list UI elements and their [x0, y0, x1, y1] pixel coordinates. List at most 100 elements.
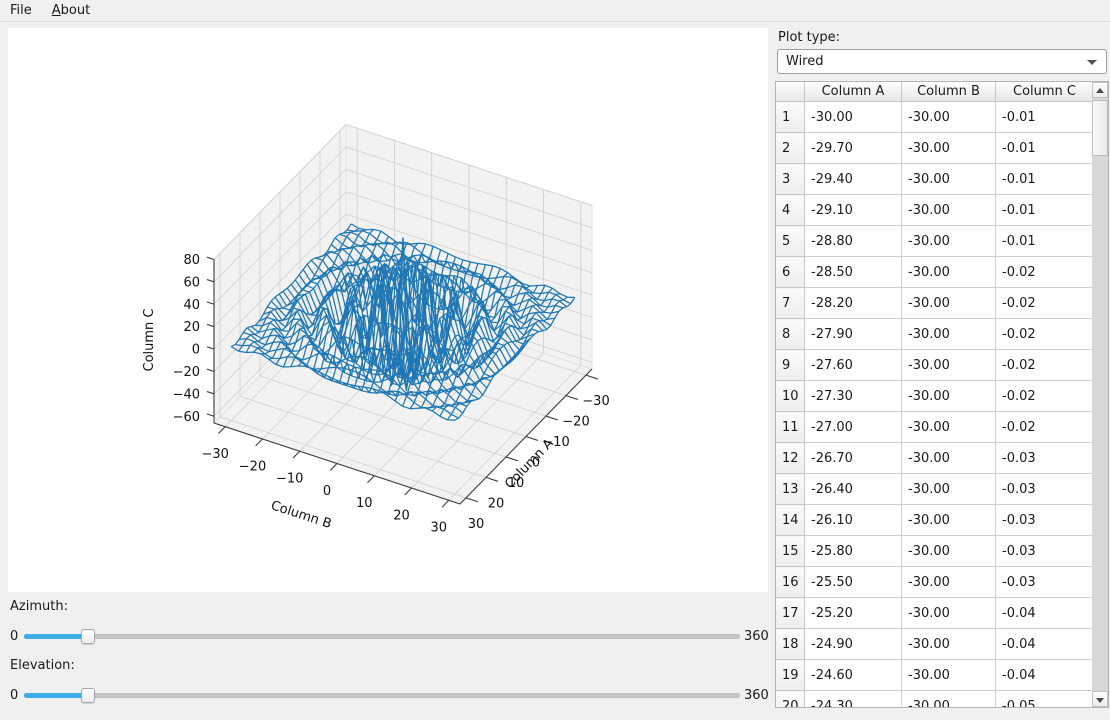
- table-cell[interactable]: -0.01: [996, 195, 1094, 226]
- table-cell[interactable]: -30.00: [902, 412, 996, 443]
- table-cell[interactable]: -30.00: [902, 660, 996, 691]
- table-cell[interactable]: -0.01: [996, 102, 1094, 133]
- table-cell[interactable]: -30.00: [902, 288, 996, 319]
- table-cell[interactable]: -25.80: [805, 536, 902, 567]
- azimuth-slider-handle[interactable]: [81, 629, 95, 644]
- table-cell[interactable]: -0.03: [996, 443, 1094, 474]
- table-cell[interactable]: -30.00: [902, 257, 996, 288]
- plot-type-dropdown[interactable]: Wired: [777, 49, 1107, 74]
- svg-text:−30: −30: [201, 447, 228, 462]
- header-column-a[interactable]: Column A: [805, 82, 902, 102]
- table-cell[interactable]: -30.00: [902, 164, 996, 195]
- vertical-scrollbar[interactable]: [1092, 82, 1108, 707]
- row-number[interactable]: 14: [776, 505, 805, 536]
- table-cell[interactable]: -30.00: [902, 443, 996, 474]
- table-cell[interactable]: -30.00: [902, 598, 996, 629]
- table-cell[interactable]: -28.20: [805, 288, 902, 319]
- table-cell[interactable]: -24.30: [805, 691, 902, 709]
- row-number[interactable]: 17: [776, 598, 805, 629]
- table-cell[interactable]: -30.00: [902, 536, 996, 567]
- table-header-row: Column A Column B Column C: [776, 82, 1094, 102]
- table-cell[interactable]: -28.50: [805, 257, 902, 288]
- header-column-b[interactable]: Column B: [902, 82, 996, 102]
- row-number[interactable]: 12: [776, 443, 805, 474]
- table-cell[interactable]: -0.01: [996, 133, 1094, 164]
- table-cell[interactable]: -0.01: [996, 226, 1094, 257]
- table-cell[interactable]: -0.04: [996, 660, 1094, 691]
- table-cell[interactable]: -0.03: [996, 505, 1094, 536]
- table-row: 15-25.80-30.00-0.03: [776, 536, 1094, 567]
- table-cell[interactable]: -30.00: [902, 350, 996, 381]
- row-number[interactable]: 2: [776, 133, 805, 164]
- row-number[interactable]: 5: [776, 226, 805, 257]
- table-row: 17-25.20-30.00-0.04: [776, 598, 1094, 629]
- row-number[interactable]: 8: [776, 319, 805, 350]
- table-cell[interactable]: -30.00: [902, 505, 996, 536]
- table-cell[interactable]: -0.02: [996, 350, 1094, 381]
- table-cell[interactable]: -30.00: [902, 102, 996, 133]
- table-cell[interactable]: -28.80: [805, 226, 902, 257]
- table-cell[interactable]: -30.00: [902, 474, 996, 505]
- row-number[interactable]: 11: [776, 412, 805, 443]
- table-cell[interactable]: -0.04: [996, 629, 1094, 660]
- row-number[interactable]: 10: [776, 381, 805, 412]
- table-cell[interactable]: -29.70: [805, 133, 902, 164]
- table-cell[interactable]: -30.00: [902, 691, 996, 709]
- table-cell[interactable]: -30.00: [902, 629, 996, 660]
- menu-item-about[interactable]: About: [42, 0, 100, 22]
- row-number[interactable]: 15: [776, 536, 805, 567]
- table-cell[interactable]: -26.10: [805, 505, 902, 536]
- row-number[interactable]: 6: [776, 257, 805, 288]
- elevation-slider-track[interactable]: [24, 693, 740, 698]
- table-cell[interactable]: -30.00: [902, 381, 996, 412]
- table-cell[interactable]: -0.02: [996, 257, 1094, 288]
- table-cell[interactable]: -26.40: [805, 474, 902, 505]
- table-cell[interactable]: -0.01: [996, 164, 1094, 195]
- scroll-up-button[interactable]: [1092, 82, 1108, 98]
- elevation-slider-handle[interactable]: [81, 688, 95, 703]
- header-rownum[interactable]: [776, 82, 805, 102]
- table-cell[interactable]: -27.00: [805, 412, 902, 443]
- header-column-c[interactable]: Column C: [996, 82, 1094, 102]
- table-cell[interactable]: -27.30: [805, 381, 902, 412]
- row-number[interactable]: 19: [776, 660, 805, 691]
- table-cell[interactable]: -30.00: [902, 195, 996, 226]
- table-cell[interactable]: -25.50: [805, 567, 902, 598]
- table-cell[interactable]: -26.70: [805, 443, 902, 474]
- table-cell[interactable]: -29.40: [805, 164, 902, 195]
- table-cell[interactable]: -0.03: [996, 536, 1094, 567]
- row-number[interactable]: 20: [776, 691, 805, 709]
- table-cell[interactable]: -27.90: [805, 319, 902, 350]
- row-number[interactable]: 1: [776, 102, 805, 133]
- table-cell[interactable]: -0.03: [996, 567, 1094, 598]
- scroll-down-button[interactable]: [1092, 691, 1108, 707]
- row-number[interactable]: 18: [776, 629, 805, 660]
- table-cell[interactable]: -0.04: [996, 598, 1094, 629]
- menu-item-file[interactable]: File: [0, 0, 42, 22]
- azimuth-slider-track[interactable]: [24, 634, 740, 639]
- table-cell[interactable]: -30.00: [902, 567, 996, 598]
- table-cell[interactable]: -30.00: [902, 319, 996, 350]
- table-cell[interactable]: -30.00: [805, 102, 902, 133]
- table-cell[interactable]: -30.00: [902, 133, 996, 164]
- row-number[interactable]: 9: [776, 350, 805, 381]
- table-cell[interactable]: -24.90: [805, 629, 902, 660]
- table-cell[interactable]: -0.02: [996, 288, 1094, 319]
- row-number[interactable]: 13: [776, 474, 805, 505]
- table-cell[interactable]: -30.00: [902, 226, 996, 257]
- table-cell[interactable]: -0.03: [996, 474, 1094, 505]
- table-cell[interactable]: -29.10: [805, 195, 902, 226]
- table-cell[interactable]: -0.05: [996, 691, 1094, 709]
- table-cell[interactable]: -0.02: [996, 319, 1094, 350]
- row-number[interactable]: 16: [776, 567, 805, 598]
- table-cell[interactable]: -0.02: [996, 412, 1094, 443]
- scrollbar-thumb[interactable]: [1092, 100, 1108, 156]
- row-number[interactable]: 7: [776, 288, 805, 319]
- table-cell[interactable]: -25.20: [805, 598, 902, 629]
- row-number[interactable]: 4: [776, 195, 805, 226]
- table-cell[interactable]: -0.02: [996, 381, 1094, 412]
- table-cell[interactable]: -27.60: [805, 350, 902, 381]
- row-number[interactable]: 3: [776, 164, 805, 195]
- table-row: 18-24.90-30.00-0.04: [776, 629, 1094, 660]
- table-cell[interactable]: -24.60: [805, 660, 902, 691]
